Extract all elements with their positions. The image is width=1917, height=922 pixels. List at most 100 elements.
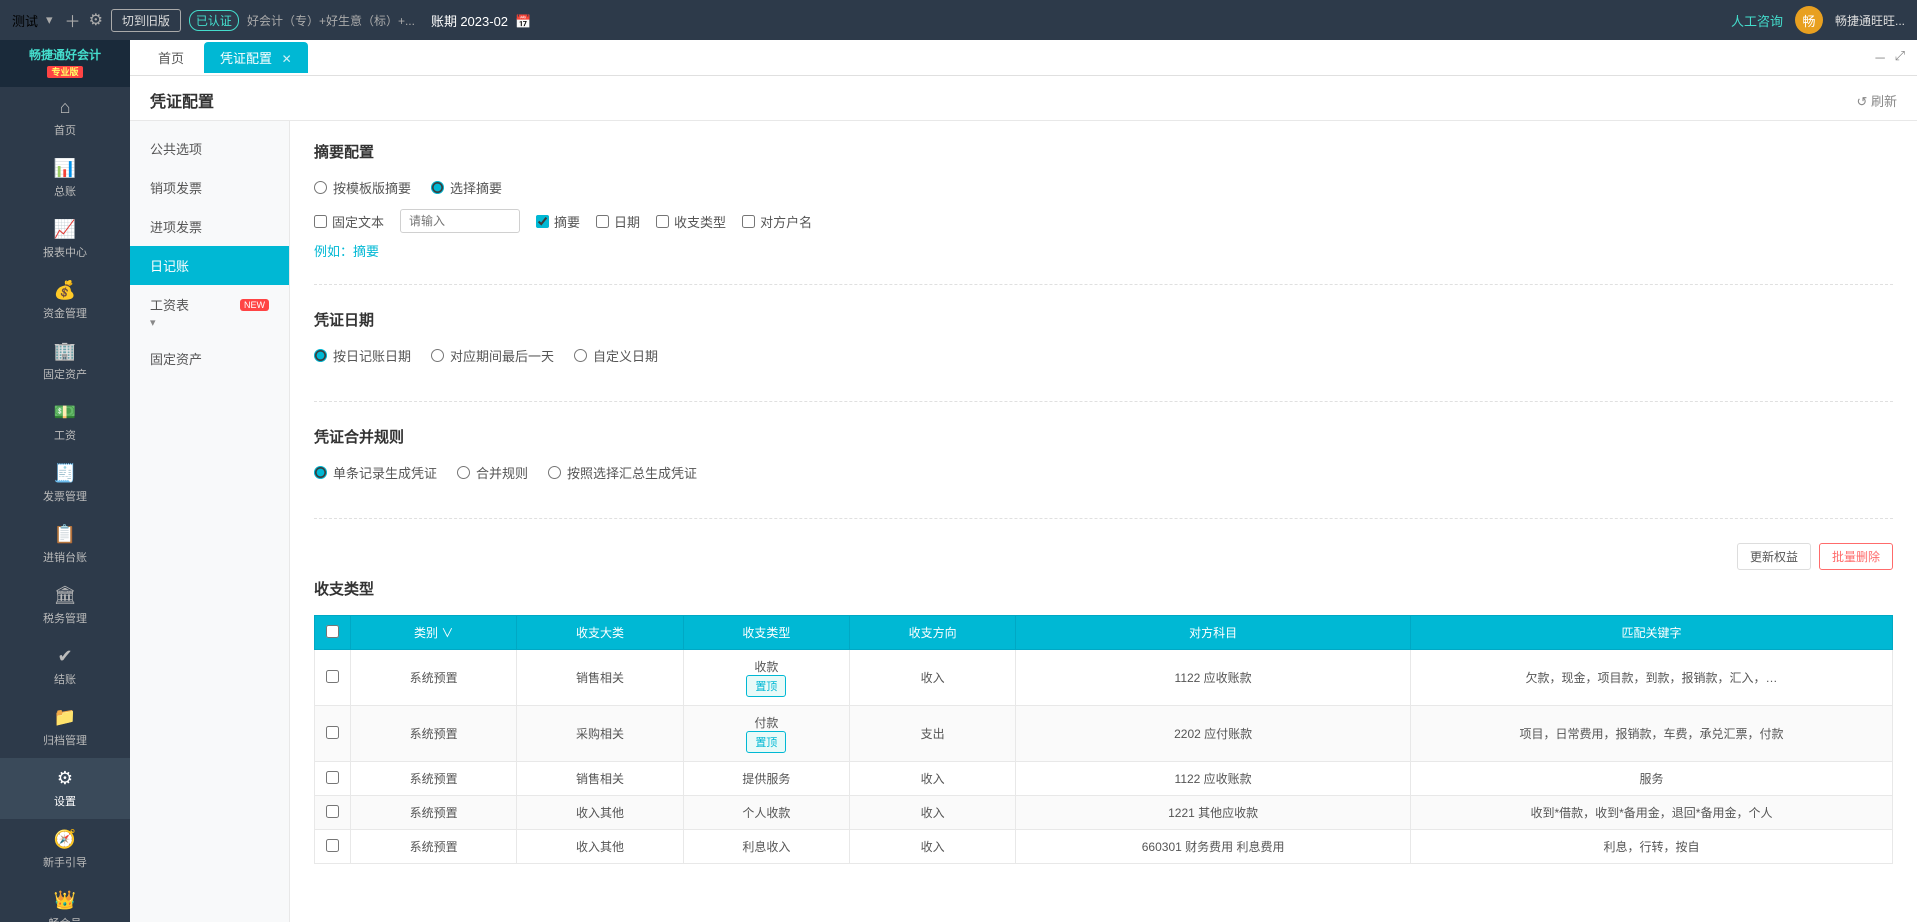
radio-period-last-day[interactable]: 对应期间最后一天 [431,346,554,365]
radio-select-summary[interactable]: 选择摘要 [431,178,502,197]
td-type-1: 付款 置顶 [683,706,849,762]
td-keywords-1: 项目，日常费用，报销款，车费，承兑汇票，付款 [1410,706,1892,762]
refresh-button[interactable]: ↺ 刷新 [1856,91,1897,110]
radio-single-record[interactable]: 单条记录生成凭证 [314,463,437,482]
top-bar-right: 人工咨询 畅 畅捷通旺旺... [1731,6,1905,34]
td-direction-1: 支出 [849,706,1015,762]
merge-section-title: 凭证合并规则 [314,426,1893,447]
td-direction-3: 收入 [849,796,1015,830]
sidebar-item-member[interactable]: 👑 畅会员 [0,880,130,922]
td-checkbox-1[interactable] [315,706,351,762]
batch-delete-button[interactable]: 批量删除 [1819,543,1893,570]
invoice-icon: 🧾 [54,463,76,484]
td-checkbox-2[interactable] [315,762,351,796]
guide-icon: 🧭 [54,829,76,850]
table-row: 系统预置 收入其他 利息收入 收入 660301 财务费用 利息费用 利息，行转… [315,830,1893,864]
sidebar-item-reports[interactable]: 📈 报表中心 [0,209,130,270]
td-type-2: 提供服务 [683,762,849,796]
tab-expand-icon[interactable]: ⤢ [1895,48,1905,67]
td-checkbox-4[interactable] [315,830,351,864]
switch-old-version-button[interactable]: 切到旧版 [111,9,181,32]
td-checkbox-0[interactable] [315,650,351,706]
td-subject-3: 1221 其他应收款 [1016,796,1411,830]
sidebar-item-tax[interactable]: 🏛 税务管理 [0,575,130,636]
sales-ledger-icon: 📋 [54,524,76,545]
table-header-actions: 更新权益 批量删除 [314,543,1893,570]
select-all-checkbox[interactable] [326,625,339,638]
left-nav-item-fixed-assets[interactable]: 固定资产 [130,339,289,378]
sidebar-item-sales-ledger[interactable]: 📋 进销台账 [0,514,130,575]
th-select-all[interactable] [315,616,351,650]
checkbox-income-type[interactable]: 收支类型 [656,212,726,231]
td-keywords-4: 利息，行转，按自 [1410,830,1892,864]
summary-section: 摘要配置 按模板版摘要 选择摘要 [314,141,1893,285]
left-nav-item-sales-invoice[interactable]: 销项发票 [130,168,289,207]
merge-radio-group: 单条记录生成凭证 合并规则 按照选择汇总生成凭证 [314,463,1893,482]
sidebar-logo: 畅捷通好会计专业版 [0,40,130,87]
status-tag: 已认证 [189,10,239,31]
top-tag-button-0[interactable]: 置顶 [746,675,786,697]
assets-icon: 🏢 [54,341,76,362]
support-button[interactable]: 人工咨询 [1731,11,1783,30]
tab-home[interactable]: 首页 [142,42,200,73]
sidebar-item-ledger[interactable]: 📊 总账 [0,148,130,209]
table-row: 系统预置 收入其他 个人收款 收入 1221 其他应收款 收到*借款，收到*备用… [315,796,1893,830]
td-keywords-0: 欠款，现金，项目款，到款，报销款，汇入，… [1410,650,1892,706]
settings-icon: ⚙ [57,768,73,789]
radio-merge-rule[interactable]: 合并规则 [457,463,528,482]
top-bar-add-icon[interactable]: ＋ [65,8,81,32]
radio-template-summary[interactable]: 按模板版摘要 [314,178,411,197]
td-checkbox-3[interactable] [315,796,351,830]
example-text: 例如：摘要 [314,241,1893,260]
inner-layout: 公共选项 销项发票 进项发票 日记账 工资表 NEW [130,121,1917,922]
page-content: 凭证配置 ↺ 刷新 公共选项 销项发票 进项发票 [130,76,1917,922]
td-type-0: 收款 置顶 [683,650,849,706]
td-category-3: 系统预置 [351,796,517,830]
td-category-1: 系统预置 [351,706,517,762]
radio-summary-generate[interactable]: 按照选择汇总生成凭证 [548,463,697,482]
td-direction-0: 收入 [849,650,1015,706]
fixed-text-input[interactable] [400,209,520,233]
tax-icon: 🏛 [54,585,77,606]
sidebar-item-funds[interactable]: 💰 资金管理 [0,270,130,331]
sidebar-item-settings[interactable]: ⚙ 设置 [0,758,130,819]
user-avatar[interactable]: 畅 [1795,6,1823,34]
date-section-title: 凭证日期 [314,309,1893,330]
td-major-4: 收入其他 [517,830,683,864]
tab-bar: 首页 凭证配置 ✕ － ⤢ [130,40,1917,76]
radio-custom-date[interactable]: 自定义日期 [574,346,658,365]
checkbox-summary[interactable]: 摘要 [536,212,580,231]
td-subject-4: 660301 财务费用 利息费用 [1016,830,1411,864]
sidebar-item-home[interactable]: ⌂ 首页 [0,87,130,148]
sidebar-item-assets[interactable]: 🏢 固定资产 [0,331,130,392]
tab-minimize-icon[interactable]: － [1874,48,1887,67]
radio-journal-date[interactable]: 按日记账日期 [314,346,411,365]
th-subject: 对方科目 [1016,616,1411,650]
top-tag-button-1[interactable]: 置顶 [746,731,786,753]
top-bar-settings-icon[interactable]: ⚙ [89,10,103,30]
summary-section-title: 摘要配置 [314,141,1893,162]
checkbox-counterparty[interactable]: 对方户名 [742,212,812,231]
td-major-1: 采购相关 [517,706,683,762]
left-nav-item-purchase-invoice[interactable]: 进项发票 [130,207,289,246]
left-nav-item-journal[interactable]: 日记账 [130,246,289,285]
left-nav-item-payroll[interactable]: 工资表 NEW ▾ [130,285,289,339]
tab-close-icon[interactable]: ✕ [282,52,292,66]
funds-icon: 💰 [54,280,76,301]
content-area: 首页 凭证配置 ✕ － ⤢ 凭证配置 ↺ 刷新 [130,40,1917,922]
sidebar-item-archive[interactable]: 📁 归档管理 [0,697,130,758]
date-section: 凭证日期 按日记账日期 对应期间最后一天 [314,309,1893,402]
sidebar-item-guide[interactable]: 🧭 新手引导 [0,819,130,880]
sidebar-item-close[interactable]: ✔ 结账 [0,636,130,697]
sidebar-item-salary[interactable]: 💵 工资 [0,392,130,453]
income-type-table: 类别 ∨ 收支大类 收支类型 收支方向 对方科目 匹配关键字 系统预置 [314,615,1893,864]
left-nav-item-public[interactable]: 公共选项 [130,129,289,168]
update-equity-button[interactable]: 更新权益 [1737,543,1811,570]
top-bar-dropdown-icon[interactable]: ▾ [46,12,53,28]
tab-voucher-config[interactable]: 凭证配置 ✕ [204,42,308,73]
sidebar-item-invoice[interactable]: 🧾 发票管理 [0,453,130,514]
salary-icon: 💵 [54,402,76,423]
checkbox-fixed-text[interactable]: 固定文本 [314,212,384,231]
checkbox-date[interactable]: 日期 [596,212,640,231]
close-accounts-icon: ✔ [57,646,72,667]
